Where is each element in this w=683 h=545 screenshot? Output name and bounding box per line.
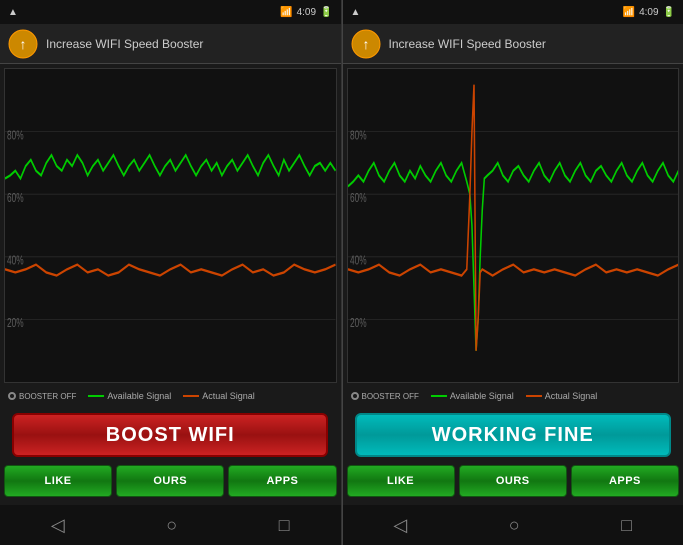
actual-label-right: Actual Signal [545,391,598,401]
time-right: 4:09 [639,7,658,18]
main-button-row-right: WORKING FINE [343,405,683,465]
booster-label-right: BOOSTER OFF [362,392,419,401]
ours-button-right[interactable]: OURS [459,465,567,497]
home-button-right[interactable]: ○ [509,515,520,536]
app-logo-right: ↑ [351,29,381,59]
wifi-icon-right: ▲ [351,7,361,18]
chart-svg-right: 80% 60% 40% 20% [348,69,679,382]
legend-right: BOOSTER OFF Available Signal Actual Sign… [343,387,683,405]
recents-button-left[interactable]: □ [279,515,290,536]
nav-bar-right: ◁ ○ □ [343,505,683,545]
status-bar-right: ▲ 📶 4:09 🔋 [343,0,683,24]
chart-area-right: 80% 60% 40% 20% [347,68,680,383]
chart-area-left: 80% 60% 40% 20% [4,68,337,383]
right-screen: ▲ 📶 4:09 🔋 ↑ Increase WIFI Speed Booster [343,0,683,545]
nav-bar-left: ◁ ○ □ [0,505,341,545]
wifi-signal-left: 📶 [280,7,292,18]
booster-indicator-right [351,392,359,400]
actual-label-left: Actual Signal [202,391,255,401]
svg-text:↑: ↑ [362,36,369,52]
left-screen: ▲ 📶 4:09 🔋 ↑ Increase WIFI Speed Booster [0,0,342,545]
svg-text:↑: ↑ [20,36,27,52]
actual-signal-icon-left [183,395,199,397]
legend-left: BOOSTER OFF Available Signal Actual Sign… [0,387,341,405]
booster-indicator-left [8,392,16,400]
actual-signal-icon-right [526,395,542,397]
time-left: 4:09 [297,7,316,18]
available-signal-icon-right [431,395,447,397]
ours-button-left[interactable]: OURS [116,465,224,497]
chart-svg-left: 80% 60% 40% 20% [5,69,336,382]
like-button-left[interactable]: LIKE [4,465,112,497]
svg-text:20%: 20% [350,317,367,331]
svg-text:60%: 60% [7,191,24,205]
wifi-signal-right: 📶 [623,7,635,18]
apps-button-right[interactable]: APPS [571,465,679,497]
svg-text:20%: 20% [7,317,24,331]
app-header-right: ↑ Increase WIFI Speed Booster [343,24,683,64]
wifi-icon-left: ▲ [8,7,18,18]
app-header-left: ↑ Increase WIFI Speed Booster [0,24,341,64]
app-title-right: Increase WIFI Speed Booster [389,37,546,51]
apps-button-left[interactable]: APPS [228,465,336,497]
home-button-left[interactable]: ○ [166,515,177,536]
svg-text:80%: 80% [350,129,367,143]
app-logo-left: ↑ [8,29,38,59]
battery-right: 🔋 [663,7,675,18]
sub-buttons-right: LIKE OURS APPS [343,465,683,505]
status-bar-left: ▲ 📶 4:09 🔋 [0,0,341,24]
battery-left: 🔋 [320,7,332,18]
available-signal-icon-left [88,395,104,397]
back-button-right[interactable]: ◁ [393,515,407,536]
main-button-row-left: BOOST WIFI [0,405,341,465]
svg-text:40%: 40% [350,254,367,268]
working-fine-button[interactable]: WORKING FINE [355,413,671,457]
available-label-right: Available Signal [450,391,514,401]
svg-text:60%: 60% [350,191,367,205]
back-button-left[interactable]: ◁ [51,515,65,536]
screens-container: ▲ 📶 4:09 🔋 ↑ Increase WIFI Speed Booster [0,0,683,545]
svg-text:80%: 80% [7,129,24,143]
svg-text:40%: 40% [7,254,24,268]
boost-wifi-button[interactable]: BOOST WIFI [12,413,328,457]
sub-buttons-left: LIKE OURS APPS [0,465,341,505]
available-label-left: Available Signal [107,391,171,401]
booster-label-left: BOOSTER OFF [19,392,76,401]
recents-button-right[interactable]: □ [621,515,632,536]
like-button-right[interactable]: LIKE [347,465,455,497]
app-title-left: Increase WIFI Speed Booster [46,37,203,51]
